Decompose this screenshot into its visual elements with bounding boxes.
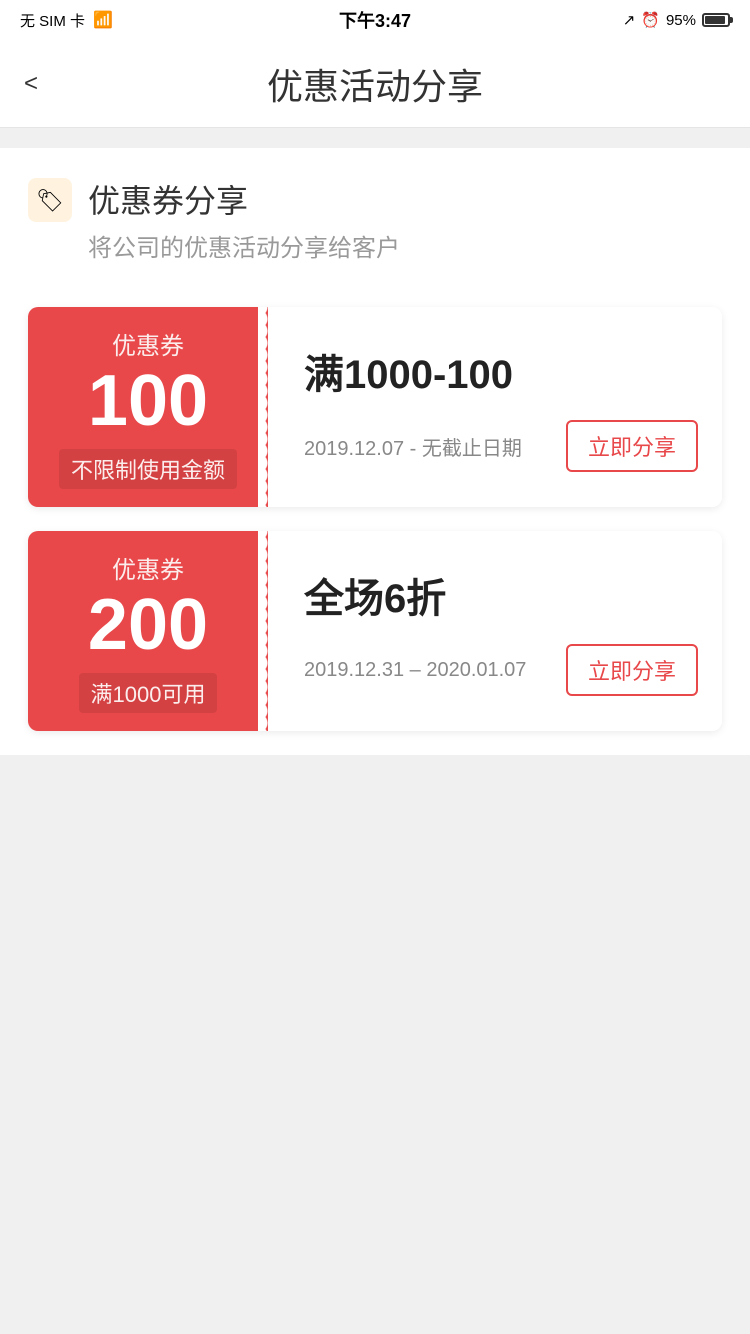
coupon-condition-2: 满1000可用 bbox=[79, 673, 218, 713]
status-left: 无 SIM 卡 📶 bbox=[20, 10, 113, 31]
coupon-label-2: 优惠券 bbox=[112, 550, 184, 585]
nav-bar: < 优惠活动分享 bbox=[0, 40, 750, 128]
coupon-condition-1: 不限制使用金额 bbox=[59, 449, 237, 489]
share-button-1[interactable]: 立即分享 bbox=[566, 420, 698, 472]
battery-icon bbox=[702, 13, 730, 27]
page-background bbox=[0, 755, 750, 1255]
status-bar: 无 SIM 卡 📶 下午3:47 ↗ ⏰ 95% bbox=[0, 0, 750, 40]
carrier-text: 无 SIM 卡 bbox=[20, 10, 85, 31]
coupon-right-1: 满1000-100 2019.12.07 - 无截止日期 立即分享 bbox=[268, 307, 722, 507]
coupon-card-2: 优惠券 200 满1000可用 全场6折 2019.12.31 – 2020.0… bbox=[28, 531, 722, 731]
back-button[interactable]: < bbox=[24, 70, 38, 98]
svg-text:🏷: 🏷 bbox=[36, 188, 64, 213]
alarm-icon: ⏰ bbox=[641, 11, 660, 29]
battery-fill bbox=[705, 16, 725, 24]
battery-percent: 95% bbox=[666, 12, 696, 29]
coupon-meta-1: 2019.12.07 - 无截止日期 立即分享 bbox=[304, 420, 698, 472]
coupon-meta-2: 2019.12.31 – 2020.01.07 立即分享 bbox=[304, 644, 698, 696]
coupon-right-2: 全场6折 2019.12.31 – 2020.01.07 立即分享 bbox=[268, 531, 722, 731]
location-icon: ↗ bbox=[623, 11, 636, 29]
coupon-dates-1: 2019.12.07 - 无截止日期 bbox=[304, 432, 522, 461]
coupon-share-icon: 🏷 bbox=[28, 178, 72, 222]
coupon-amount-2: 200 bbox=[88, 589, 208, 661]
coupon-card-1: 优惠券 100 不限制使用金额 满1000-100 2019.12.07 - 无… bbox=[28, 307, 722, 507]
coupons-list: 优惠券 100 不限制使用金额 满1000-100 2019.12.07 - 无… bbox=[0, 283, 750, 755]
coupon-left-2: 优惠券 200 满1000可用 bbox=[28, 531, 268, 731]
share-button-2[interactable]: 立即分享 bbox=[566, 644, 698, 696]
coupon-name-1: 满1000-100 bbox=[304, 342, 698, 400]
section-title: 优惠券分享 bbox=[88, 176, 400, 222]
coupon-label-1: 优惠券 bbox=[112, 326, 184, 361]
section-header: 🏷 优惠券分享 将公司的优惠活动分享给客户 bbox=[0, 148, 750, 283]
status-time: 下午3:47 bbox=[339, 7, 411, 33]
wifi-icon: 📶 bbox=[93, 10, 113, 30]
coupon-dates-2: 2019.12.31 – 2020.01.07 bbox=[304, 659, 526, 682]
page-title: 优惠活动分享 bbox=[267, 58, 483, 110]
section-subtitle: 将公司的优惠活动分享给客户 bbox=[88, 228, 400, 263]
coupon-left-1: 优惠券 100 不限制使用金额 bbox=[28, 307, 268, 507]
coupon-amount-1: 100 bbox=[88, 365, 208, 437]
section-text: 优惠券分享 将公司的优惠活动分享给客户 bbox=[88, 176, 400, 263]
coupon-name-2: 全场6折 bbox=[304, 566, 698, 624]
status-right: ↗ ⏰ 95% bbox=[623, 11, 730, 29]
